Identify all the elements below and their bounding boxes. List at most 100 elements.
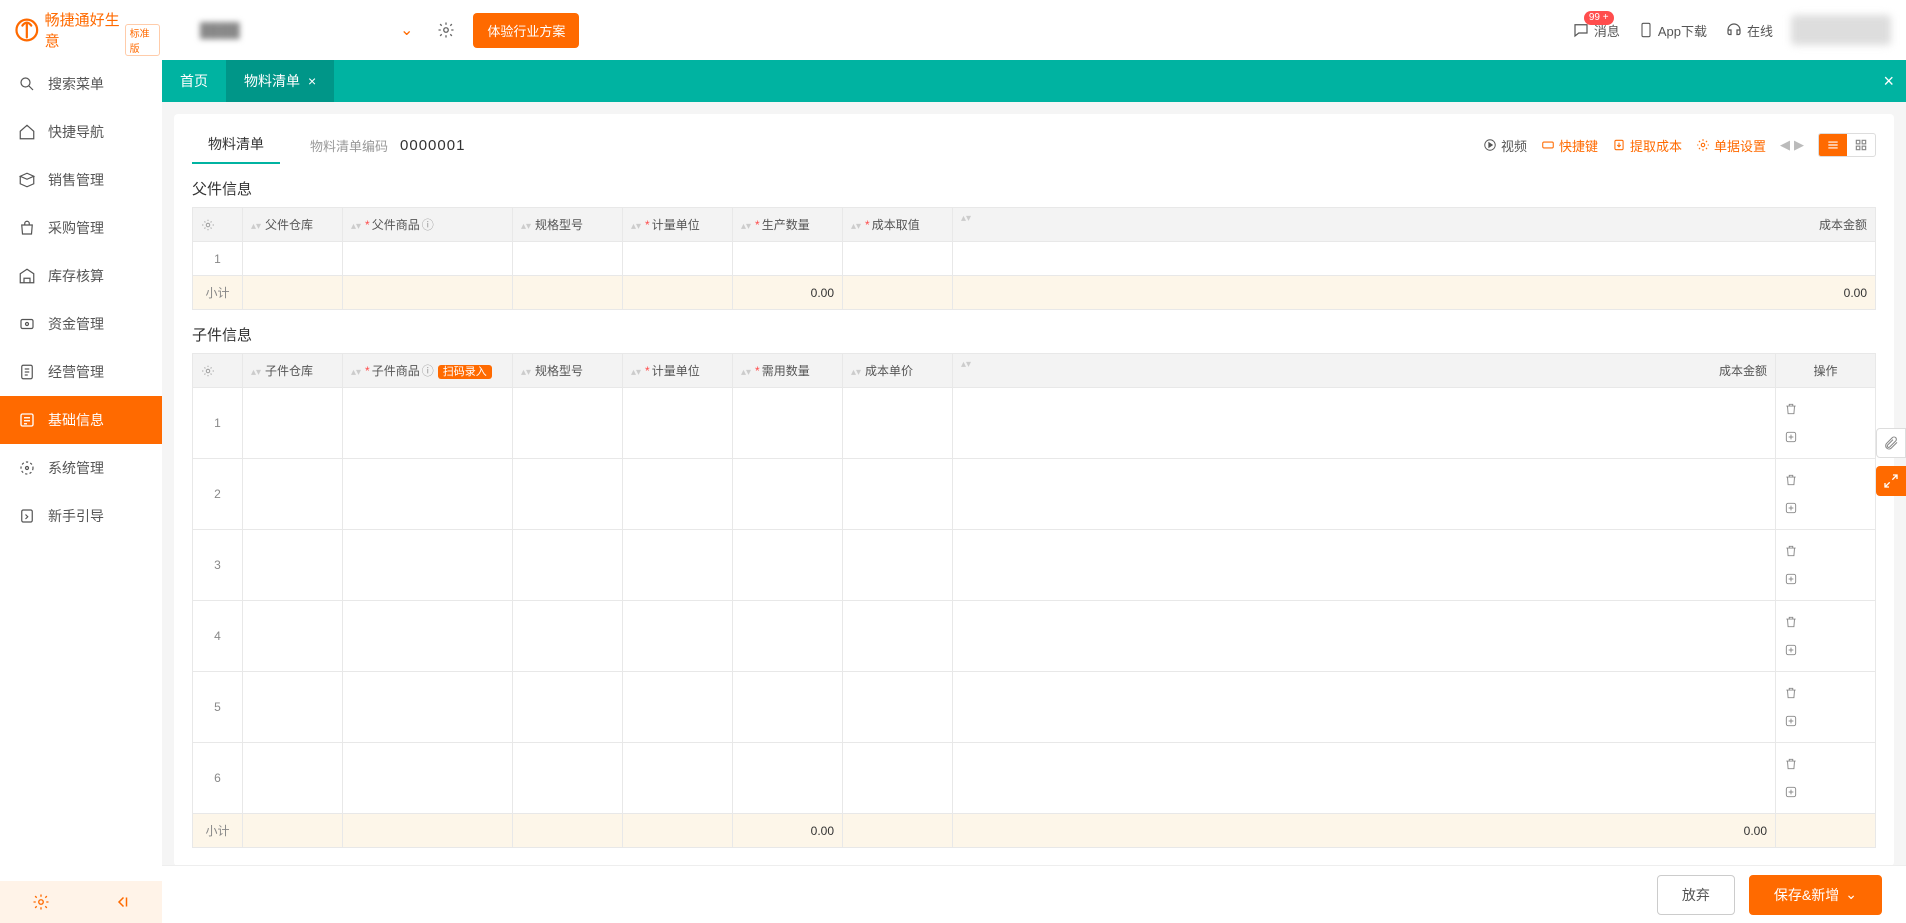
chevron-down-icon: ⌄ <box>400 20 413 40</box>
child-col-spec[interactable]: ▴▾规格型号 <box>513 354 623 388</box>
sidebar-item-search[interactable]: 搜索菜单 <box>0 60 162 108</box>
tab-bar: 首页 物料清单 × × <box>162 60 1906 102</box>
view-grid-button[interactable] <box>1847 134 1875 156</box>
doc-code: 0000001 <box>400 137 465 154</box>
search-icon <box>18 75 36 93</box>
parent-section-title: 父件信息 <box>192 178 1876 199</box>
add-row-icon[interactable] <box>1784 714 1867 728</box>
expand-icon <box>1883 473 1899 489</box>
child-col-qty[interactable]: ▴▾*需用数量 <box>733 354 843 388</box>
delete-row-icon[interactable] <box>1784 544 1867 558</box>
experience-solution-button[interactable]: 体验行业方案 <box>473 13 579 48</box>
doc-tab-bom[interactable]: 物料清单 <box>192 126 280 164</box>
view-toggle <box>1818 133 1876 157</box>
sidebar-settings-icon[interactable] <box>32 893 50 911</box>
fullscreen-button[interactable] <box>1876 466 1906 496</box>
sidebar-item-inventory[interactable]: 库存核算 <box>0 252 162 300</box>
app-download-button[interactable]: App下载 <box>1638 21 1707 40</box>
child-table-row[interactable]: 6 <box>193 743 1876 814</box>
sidebar-item-quicknav[interactable]: 快捷导航 <box>0 108 162 156</box>
delete-row-icon[interactable] <box>1784 757 1867 771</box>
brand-logo-icon <box>15 16 39 44</box>
child-table-row[interactable]: 4 <box>193 601 1876 672</box>
parent-col-warehouse[interactable]: ▴▾父件仓库 <box>243 208 343 242</box>
sidebar-item-basic-info[interactable]: 基础信息 <box>0 396 162 444</box>
child-col-ops: 操作 <box>1776 354 1876 388</box>
sidebar-collapse-icon[interactable] <box>113 893 131 911</box>
doc-code-label: 物料清单编码 <box>310 136 388 155</box>
add-row-icon[interactable] <box>1784 572 1867 586</box>
child-col-unitcost[interactable]: ▴▾成本单价 <box>843 354 953 388</box>
messages-button[interactable]: 消息 99 + <box>1572 21 1620 40</box>
paperclip-icon <box>1883 435 1899 451</box>
add-row-icon[interactable] <box>1784 501 1867 515</box>
parent-col-spec[interactable]: ▴▾规格型号 <box>513 208 623 242</box>
sidebar-item-operation[interactable]: 经营管理 <box>0 348 162 396</box>
tab-close-icon[interactable]: × <box>308 73 316 89</box>
sidebar-item-system[interactable]: 系统管理 <box>0 444 162 492</box>
child-col-gear[interactable] <box>193 354 243 388</box>
tabbar-close-all-icon[interactable]: × <box>1879 67 1898 96</box>
tab-bom[interactable]: 物料清单 × <box>226 60 334 102</box>
parent-subtotal-row: 小计 0.00 0.00 <box>193 276 1876 310</box>
footer-bar: 放弃 保存&新增 ⌄ <box>162 865 1906 923</box>
online-support-button[interactable]: 在线 <box>1725 21 1773 40</box>
parent-col-product[interactable]: ▴▾*父件商品ⓘ <box>343 208 513 242</box>
delete-row-icon[interactable] <box>1784 615 1867 629</box>
prev-doc-icon[interactable]: ◀ <box>1780 137 1790 153</box>
action-video[interactable]: 视频 <box>1483 136 1527 155</box>
child-col-warehouse[interactable]: ▴▾子件仓库 <box>243 354 343 388</box>
add-row-icon[interactable] <box>1784 430 1867 444</box>
child-table-row[interactable]: 1 <box>193 388 1876 459</box>
child-col-unit[interactable]: ▴▾*计量单位 <box>623 354 733 388</box>
scan-entry-tag[interactable]: 扫码录入 <box>438 365 492 379</box>
clipboard-icon <box>18 363 36 381</box>
info-icon: ⓘ <box>422 364 434 378</box>
action-doc-settings[interactable]: 单据设置 <box>1696 136 1766 155</box>
action-extract-cost[interactable]: 提取成本 <box>1612 136 1682 155</box>
gear-icon <box>201 218 215 232</box>
sidebar: 搜索菜单 快捷导航 销售管理 采购管理 库存核算 资金管理 经营管理 基础信息 <box>0 60 162 923</box>
gear-icon <box>201 364 215 378</box>
discard-button[interactable]: 放弃 <box>1657 875 1735 915</box>
attachment-button[interactable] <box>1876 428 1906 458</box>
child-col-amount[interactable]: ▴▾成本金额 <box>953 354 1776 388</box>
extract-icon <box>1612 138 1626 152</box>
company-selector[interactable]: ████ ⌄ <box>200 20 413 40</box>
sidebar-item-guide[interactable]: 新手引导 <box>0 492 162 540</box>
delete-row-icon[interactable] <box>1784 473 1867 487</box>
child-table-row[interactable]: 2 <box>193 459 1876 530</box>
child-subtotal-row: 小计 0.00 0.00 <box>193 814 1876 848</box>
parent-col-qty[interactable]: ▴▾*生产数量 <box>733 208 843 242</box>
doc-gear-icon <box>1696 138 1710 152</box>
tab-home[interactable]: 首页 <box>162 60 226 102</box>
view-list-button[interactable] <box>1819 134 1847 156</box>
settings-gear-icon[interactable] <box>437 21 455 39</box>
top-header: 畅捷通好生意 标准版 ████ ⌄ 体验行业方案 消息 99 + App下载 在… <box>0 0 1906 60</box>
delete-row-icon[interactable] <box>1784 686 1867 700</box>
parent-table-row[interactable]: 1 <box>193 242 1876 276</box>
child-col-product[interactable]: ▴▾*子件商品ⓘ扫码录入 <box>343 354 513 388</box>
action-shortcut[interactable]: 快捷键 <box>1541 136 1598 155</box>
sidebar-item-purchase[interactable]: 采购管理 <box>0 204 162 252</box>
doc-header: 物料清单 物料清单编码 0000001 视频 快捷键 <box>192 126 1876 164</box>
user-avatar-blurred[interactable] <box>1791 15 1891 45</box>
child-table-row[interactable]: 3 <box>193 530 1876 601</box>
next-doc-icon[interactable]: ▶ <box>1794 137 1804 153</box>
parent-col-costmethod[interactable]: ▴▾*成本取值 <box>843 208 953 242</box>
floating-buttons <box>1876 428 1906 496</box>
parent-col-amount[interactable]: ▴▾成本金额 <box>953 208 1876 242</box>
parent-col-unit[interactable]: ▴▾*计量单位 <box>623 208 733 242</box>
brand-name: 畅捷通好生意 <box>45 9 121 51</box>
child-table-row[interactable]: 5 <box>193 672 1876 743</box>
doc-nav-arrows: ◀ ▶ <box>1780 137 1804 153</box>
add-row-icon[interactable] <box>1784 785 1867 799</box>
parent-col-gear[interactable] <box>193 208 243 242</box>
sidebar-item-sales[interactable]: 销售管理 <box>0 156 162 204</box>
sidebar-item-finance[interactable]: 资金管理 <box>0 300 162 348</box>
add-row-icon[interactable] <box>1784 643 1867 657</box>
save-and-new-button[interactable]: 保存&新增 ⌄ <box>1749 875 1882 915</box>
home-icon <box>18 123 36 141</box>
system-icon <box>18 459 36 477</box>
delete-row-icon[interactable] <box>1784 402 1867 416</box>
